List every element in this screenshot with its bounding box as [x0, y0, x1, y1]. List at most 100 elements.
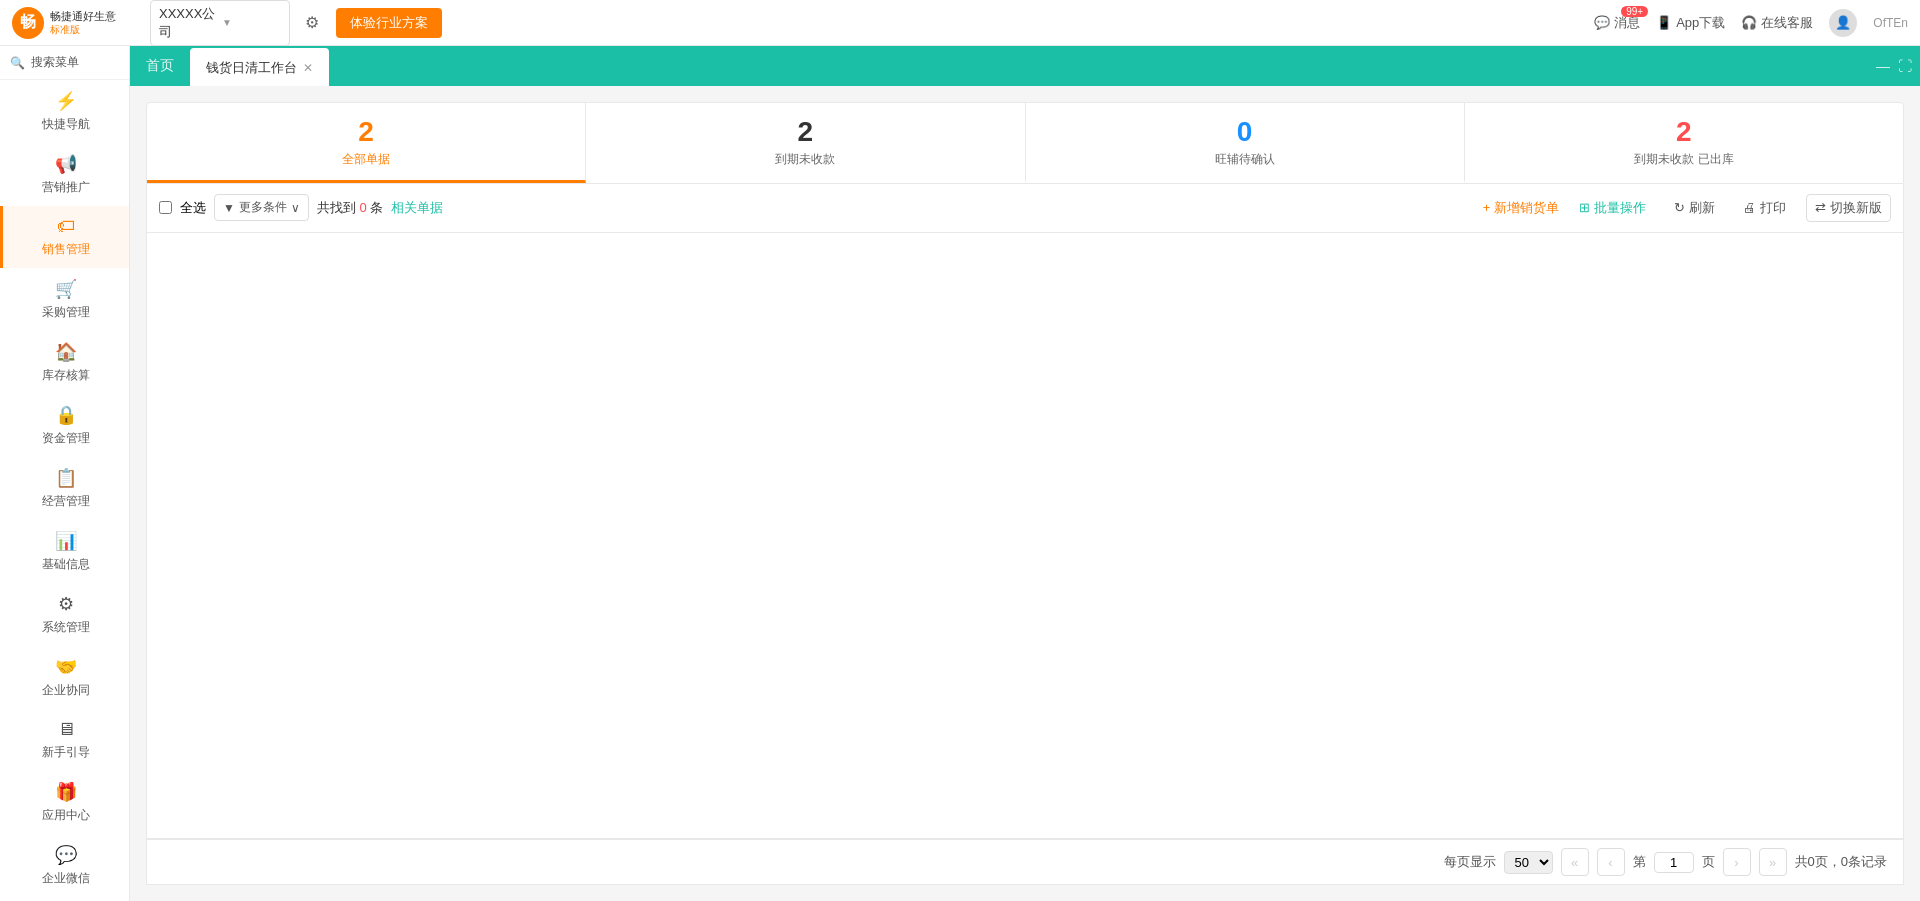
table-area: [146, 233, 1904, 839]
stat-label-overdue: 到期未收款: [602, 151, 1008, 168]
logo-text: 畅捷通好生意 标准版: [50, 9, 116, 36]
stat-label-wangwang: 旺辅待确认: [1042, 151, 1448, 168]
stat-card-overdue-out[interactable]: 2 到期未收款 已出库: [1465, 103, 1903, 183]
page-last-button[interactable]: »: [1759, 848, 1787, 876]
headset-icon: 🎧: [1741, 15, 1757, 30]
tab-active[interactable]: 钱货日清工作台 ✕: [190, 48, 329, 88]
tab-maximize-button[interactable]: ⛶: [1898, 58, 1912, 74]
sidebar-item-basic[interactable]: 📊 基础信息: [0, 520, 129, 583]
sidebar-item-sales[interactable]: 🏷 销售管理: [0, 206, 129, 268]
stat-num-all: 2: [163, 115, 569, 149]
wechat-icon: 💬: [55, 844, 77, 866]
refresh-button[interactable]: ↻ 刷新: [1666, 195, 1723, 221]
sidebar-item-finance[interactable]: 🔒 资金管理: [0, 394, 129, 457]
stat-num-overdue-out: 2: [1481, 115, 1887, 149]
avatar[interactable]: 👤: [1829, 9, 1857, 37]
top-bar: 畅 畅捷通好生意 标准版 XXXXX公司 ▼ ⚙ 体验行业方案 💬 消息 99+…: [0, 0, 1920, 46]
app-logo: 畅 畅捷通好生意 标准版: [12, 7, 142, 39]
related-orders-link[interactable]: 相关单据: [391, 199, 443, 217]
page-number-input[interactable]: [1654, 852, 1694, 873]
app-download-button[interactable]: 📱 App下载: [1656, 14, 1725, 32]
toolbar-left: 全选 ▼ 更多条件 ∨ 共找到 0 条 相关单据: [159, 194, 443, 221]
stat-label-overdue-out: 到期未收款 已出库: [1481, 151, 1887, 168]
username-label: OfTEn: [1873, 16, 1908, 30]
toolbar-right: + 新增销货单 ⊞ 批量操作 ↻ 刷新 🖨 打印 ⇄: [1483, 194, 1891, 222]
toolbar: 全选 ▼ 更多条件 ∨ 共找到 0 条 相关单据 + 新增销货单: [146, 184, 1904, 233]
chevron-down-icon: ∨: [291, 201, 300, 215]
sidebar-item-system[interactable]: ⚙ 系统管理: [0, 583, 129, 646]
operation-icon: 📋: [55, 467, 77, 489]
tab-actions: — ⛶: [1876, 58, 1920, 74]
switch-new-version-button[interactable]: ⇄ 切换新版: [1806, 194, 1891, 222]
mobile-icon: 📱: [1656, 15, 1672, 30]
company-selector[interactable]: XXXXX公司 ▼: [150, 0, 290, 46]
apps-icon: 🎁: [55, 781, 77, 803]
stat-num-wangwang: 0: [1042, 115, 1448, 149]
select-all-label: 全选: [180, 199, 206, 217]
sidebar-item-wechat[interactable]: 💬 企业微信: [0, 834, 129, 897]
search-icon: 🔍: [10, 56, 25, 70]
batch-icon: ⊞: [1579, 200, 1590, 215]
filter-button[interactable]: ▼ 更多条件 ∨: [214, 194, 309, 221]
shortcut-icon: ⚡: [55, 90, 77, 112]
sidebar: 🔍 搜索菜单 ⚡ 快捷导航 📢 营销推广 🏷 销售管理 🛒 采购管理 🏠 库存核…: [0, 46, 130, 901]
stat-card-all[interactable]: 2 全部单据: [147, 103, 586, 183]
basic-icon: 📊: [55, 530, 77, 552]
user-icon: 👤: [1835, 15, 1851, 30]
tab-home[interactable]: 首页: [130, 46, 190, 86]
filter-icon: ▼: [223, 201, 235, 215]
marketing-icon: 📢: [55, 153, 77, 175]
system-icon: ⚙: [58, 593, 74, 615]
switch-icon: ⇄: [1815, 200, 1826, 215]
search-menu-button[interactable]: 🔍 搜索菜单: [0, 46, 129, 80]
message-icon: 💬: [1594, 15, 1610, 30]
message-button[interactable]: 💬 消息 99+: [1594, 14, 1640, 32]
select-all-checkbox[interactable]: [159, 201, 172, 214]
found-text: 共找到 0 条: [317, 199, 383, 217]
stat-num-overdue: 2: [602, 115, 1008, 149]
print-button[interactable]: 🖨 打印: [1735, 195, 1794, 221]
sidebar-item-apps[interactable]: 🎁 应用中心: [0, 771, 129, 834]
page-size-select[interactable]: 50: [1504, 851, 1553, 874]
try-industry-button[interactable]: 体验行业方案: [336, 8, 442, 38]
stat-label-all: 全部单据: [163, 151, 569, 168]
sidebar-item-purchase[interactable]: 🛒 采购管理: [0, 268, 129, 331]
new-sales-order-button[interactable]: + 新增销货单: [1483, 199, 1559, 217]
pagination-bar: 每页显示 50 « ‹ 第 页 › » 共0页，0条记录: [146, 839, 1904, 885]
purchase-icon: 🛒: [55, 278, 77, 300]
page-first-button[interactable]: «: [1561, 848, 1589, 876]
print-icon: 🖨: [1743, 200, 1756, 215]
page-prev-button[interactable]: ‹: [1597, 848, 1625, 876]
sidebar-item-shortcut[interactable]: ⚡ 快捷导航: [0, 80, 129, 143]
tab-bar: 首页 钱货日清工作台 ✕ — ⛶: [130, 46, 1920, 86]
stats-row: 2 全部单据 2 到期未收款 0 旺辅待确认 2 到期未收款 已出库: [146, 102, 1904, 184]
tab-minimize-button[interactable]: —: [1876, 58, 1890, 74]
top-right-area: 💬 消息 99+ 📱 App下载 🎧 在线客服 👤 OfTEn: [1594, 9, 1908, 37]
sidebar-item-cooperation[interactable]: 🤝 企业协同: [0, 646, 129, 709]
online-service-button[interactable]: 🎧 在线客服: [1741, 14, 1813, 32]
batch-operation-button[interactable]: ⊞ 批量操作: [1571, 195, 1654, 221]
content-area: 首页 钱货日清工作台 ✕ — ⛶ 2 全部单据 2 到期未收款: [130, 46, 1920, 901]
page-content: 2 全部单据 2 到期未收款 0 旺辅待确认 2 到期未收款 已出库: [130, 86, 1920, 901]
sidebar-item-inventory[interactable]: 🏠 库存核算: [0, 331, 129, 394]
refresh-icon: ↻: [1674, 200, 1685, 215]
cooperation-icon: 🤝: [55, 656, 77, 678]
sidebar-item-operation[interactable]: 📋 经营管理: [0, 457, 129, 520]
guide-icon: 🖥: [57, 719, 75, 740]
logo-icon: 畅: [12, 7, 44, 39]
settings-button[interactable]: ⚙: [296, 7, 328, 39]
message-badge: 99+: [1621, 6, 1648, 17]
app-body: 🔍 搜索菜单 ⚡ 快捷导航 📢 营销推广 🏷 销售管理 🛒 采购管理 🏠 库存核…: [0, 46, 1920, 901]
stat-card-wangwang[interactable]: 0 旺辅待确认: [1026, 103, 1465, 183]
stat-card-overdue[interactable]: 2 到期未收款: [586, 103, 1025, 183]
tab-close-button[interactable]: ✕: [303, 61, 313, 75]
sidebar-item-guide[interactable]: 🖥 新手引导: [0, 709, 129, 771]
page-next-button[interactable]: ›: [1723, 848, 1751, 876]
sidebar-item-member[interactable]: 👑 畅会员: [0, 897, 129, 901]
sales-icon: 🏷: [57, 216, 75, 237]
inventory-icon: 🏠: [55, 341, 77, 363]
chevron-down-icon: ▼: [222, 17, 281, 28]
finance-icon: 🔒: [55, 404, 77, 426]
found-count: 0: [360, 200, 367, 215]
sidebar-item-marketing[interactable]: 📢 营销推广: [0, 143, 129, 206]
